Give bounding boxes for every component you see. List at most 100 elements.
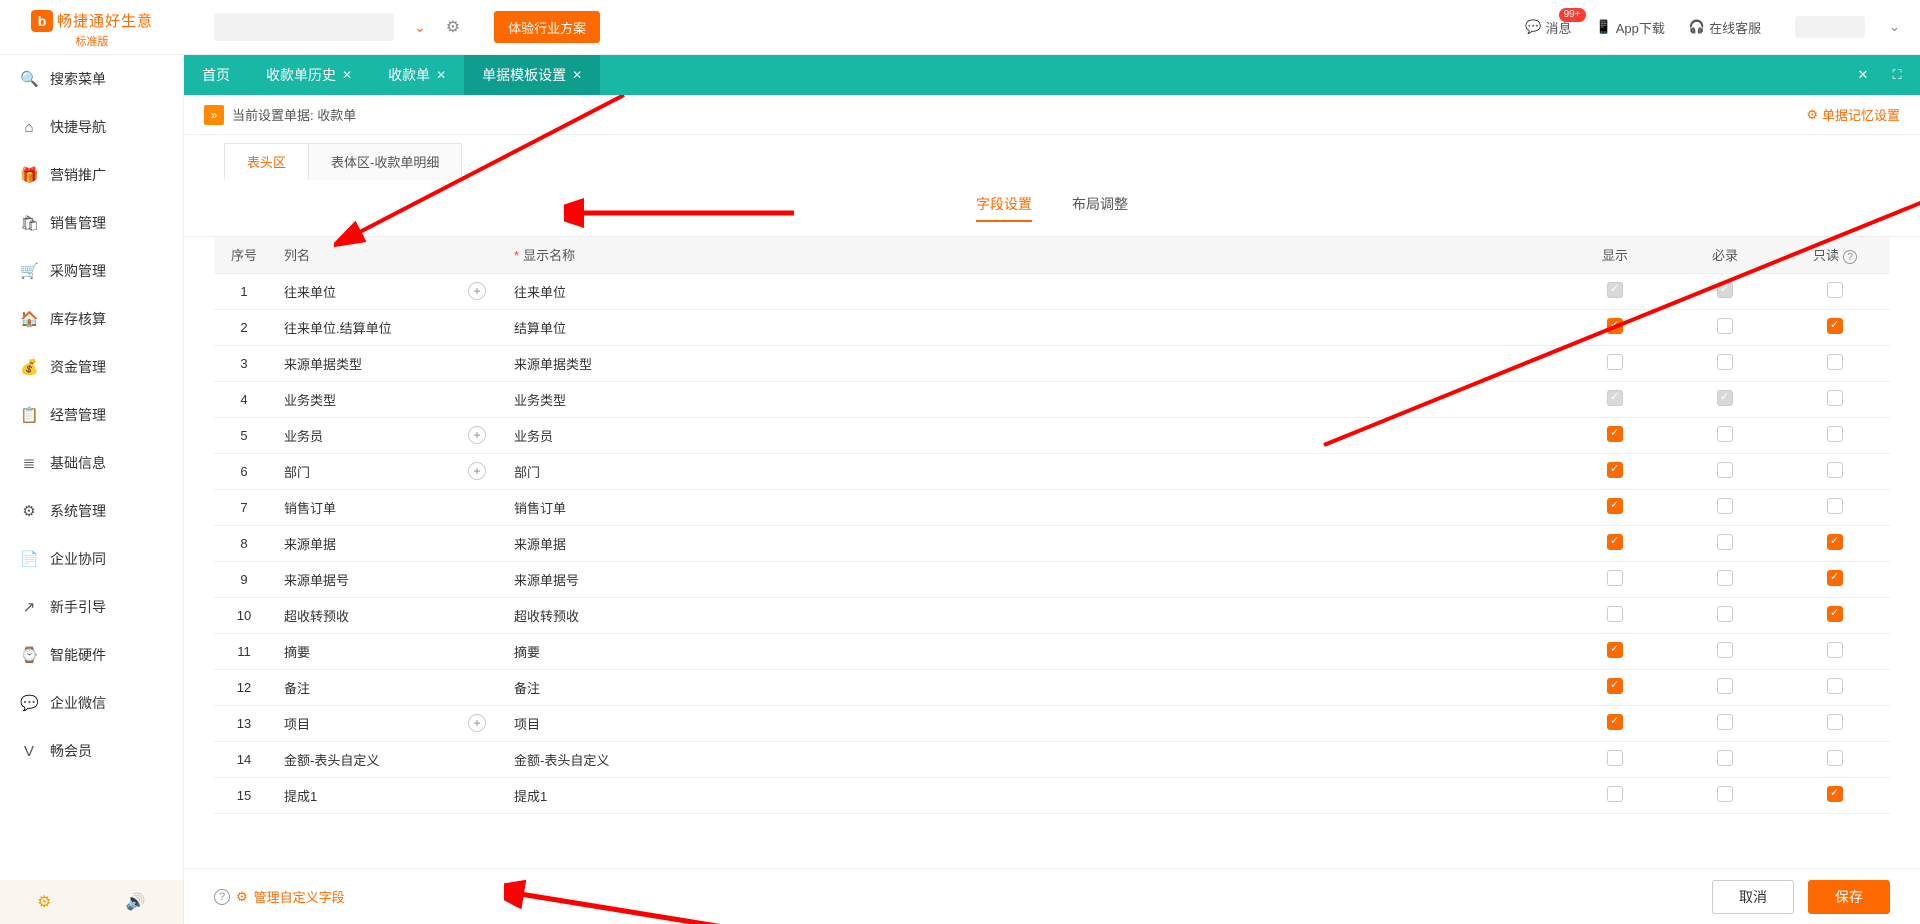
try-industry-button[interactable]: 体验行业方案 [494,11,600,43]
checkbox[interactable] [1827,678,1843,694]
checkbox[interactable] [1717,318,1733,334]
checkbox[interactable] [1607,354,1623,370]
checkbox[interactable] [1827,714,1843,730]
sound-icon[interactable]: 🔊 [126,892,146,912]
cancel-button[interactable]: 取消 [1712,880,1794,914]
cell-display-name[interactable]: 业务员 [504,417,1560,453]
sidebar-item[interactable]: ⌂快捷导航 [0,103,183,151]
checkbox[interactable] [1717,354,1733,370]
sidebar-item[interactable]: 💰资金管理 [0,343,183,391]
sidebar-item[interactable]: 📋经营管理 [0,391,183,439]
checkbox[interactable] [1607,498,1623,514]
cell-display-name[interactable]: 往来单位 [504,273,1560,309]
add-icon[interactable]: + [468,714,486,732]
checkbox[interactable] [1607,318,1623,334]
checkbox[interactable] [1827,318,1843,334]
area-tab[interactable]: 表头区 [224,143,309,180]
checkbox[interactable] [1827,498,1843,514]
close-icon[interactable]: ✕ [436,68,446,82]
checkbox[interactable] [1607,534,1623,550]
sub-tab[interactable]: 字段设置 [976,194,1032,222]
checkbox[interactable] [1827,750,1843,766]
cell-display-name[interactable]: 业务类型 [504,381,1560,417]
chevron-down-icon[interactable]: ⌄ [1889,19,1900,35]
checkbox[interactable] [1827,606,1843,622]
checkbox[interactable] [1827,426,1843,442]
cell-display-name[interactable]: 提成1 [504,777,1560,813]
org-selector[interactable] [214,13,394,41]
checkbox[interactable] [1717,750,1733,766]
checkbox[interactable] [1717,498,1733,514]
checkbox[interactable] [1607,678,1623,694]
cell-display-name[interactable]: 超收转预收 [504,597,1560,633]
sidebar-item[interactable]: 🎁营销推广 [0,151,183,199]
tab[interactable]: 收款单✕ [370,55,464,95]
checkbox[interactable] [1607,426,1623,442]
sidebar-item[interactable]: ⌚智能硬件 [0,631,183,679]
checkbox[interactable] [1717,606,1733,622]
sidebar-item[interactable]: 🛒采购管理 [0,247,183,295]
cell-display-name[interactable]: 部门 [504,453,1560,489]
sidebar-item[interactable]: 🔍搜索菜单 [0,55,183,103]
add-icon[interactable]: + [468,282,486,300]
sidebar-item[interactable]: 🏠库存核算 [0,295,183,343]
close-all-tabs-icon[interactable]: ✕ [1850,62,1876,88]
chevron-down-icon[interactable]: ⌄ [414,19,426,36]
checkbox[interactable] [1827,390,1843,406]
memory-settings-link[interactable]: ⚙ 单据记忆设置 [1806,105,1900,124]
cell-display-name[interactable]: 金额-表头自定义 [504,741,1560,777]
area-tab[interactable]: 表体区-收款单明细 [308,143,462,180]
checkbox[interactable] [1717,714,1733,730]
checkbox[interactable] [1827,534,1843,550]
online-service-link[interactable]: 🎧 在线客服 [1689,18,1761,37]
sub-tab[interactable]: 布局调整 [1072,194,1128,222]
add-icon[interactable]: + [468,426,486,444]
close-icon[interactable]: ✕ [572,68,582,82]
checkbox[interactable] [1717,534,1733,550]
checkbox[interactable] [1607,462,1623,478]
settings-icon[interactable]: ⚙ [37,892,51,912]
gear-icon[interactable]: ⚙ [446,17,460,37]
collapse-handle-icon[interactable]: » [204,105,224,125]
checkbox[interactable] [1717,570,1733,586]
checkbox[interactable] [1607,642,1623,658]
add-icon[interactable]: + [468,462,486,480]
save-button[interactable]: 保存 [1808,880,1890,914]
manage-custom-fields-link[interactable]: ? ⚙ 管理自定义字段 [214,887,345,906]
cell-display-name[interactable]: 来源单据号 [504,561,1560,597]
sidebar-item[interactable]: 🛍销售管理 [0,199,183,247]
tab[interactable]: 首页 [184,55,248,95]
sidebar-item[interactable]: ↗新手引导 [0,583,183,631]
checkbox[interactable] [1827,570,1843,586]
user-menu[interactable] [1795,16,1865,38]
sidebar-item[interactable]: ⚙系统管理 [0,487,183,535]
checkbox[interactable] [1717,462,1733,478]
checkbox[interactable] [1827,282,1843,298]
sidebar-item[interactable]: 📄企业协同 [0,535,183,583]
sidebar-item[interactable]: 💬企业微信 [0,679,183,727]
tab[interactable]: 单据模板设置✕ [464,55,600,95]
sidebar-item[interactable]: ≣基础信息 [0,439,183,487]
checkbox[interactable] [1607,714,1623,730]
checkbox[interactable] [1827,462,1843,478]
checkbox[interactable] [1607,606,1623,622]
cell-display-name[interactable]: 来源单据类型 [504,345,1560,381]
messages-link[interactable]: 💬 消息 99+ [1525,18,1571,37]
checkbox[interactable] [1717,642,1733,658]
checkbox[interactable] [1717,426,1733,442]
checkbox[interactable] [1717,678,1733,694]
checkbox[interactable] [1607,570,1623,586]
cell-display-name[interactable]: 项目 [504,705,1560,741]
tab[interactable]: 收款单历史✕ [248,55,370,95]
cell-display-name[interactable]: 摘要 [504,633,1560,669]
app-download-link[interactable]: 📱 App下载 [1596,18,1665,37]
cell-display-name[interactable]: 来源单据 [504,525,1560,561]
close-icon[interactable]: ✕ [342,68,352,82]
sidebar-item[interactable]: V畅会员 [0,727,183,775]
checkbox[interactable] [1717,786,1733,802]
help-icon[interactable]: ? [1843,250,1857,264]
cell-display-name[interactable]: 备注 [504,669,1560,705]
fullscreen-icon[interactable]: ⛶ [1884,62,1910,88]
checkbox[interactable] [1607,786,1623,802]
cell-display-name[interactable]: 销售订单 [504,489,1560,525]
